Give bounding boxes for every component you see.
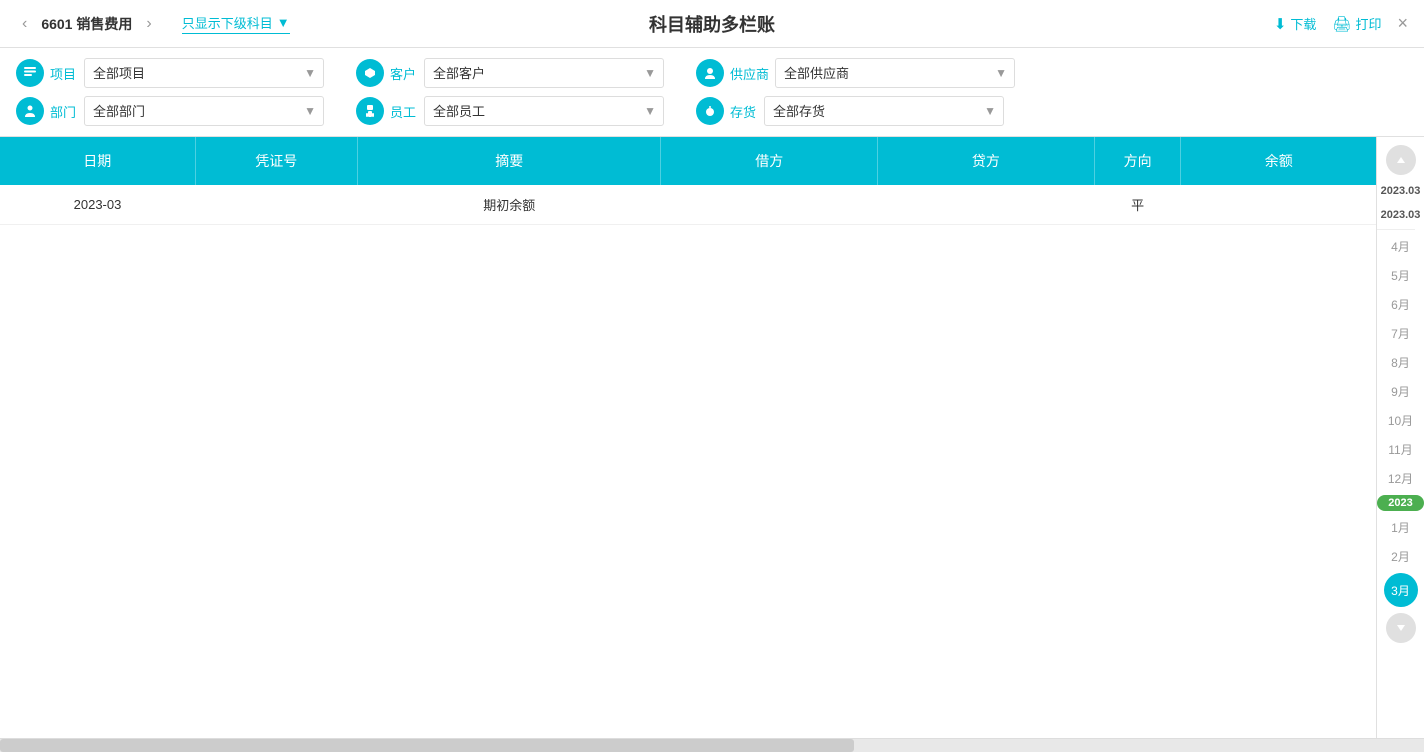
project-select-wrapper: 全部项目 ▼: [84, 58, 324, 88]
project-icon: [16, 59, 44, 87]
department-select-wrapper: 全部部门 ▼: [84, 96, 324, 126]
customer-icon: [356, 59, 384, 87]
table-area[interactable]: 日期 凭证号 摘要 借方 贷方 方向 余额 2023-03 期初余额 平: [0, 137, 1376, 738]
customer-select[interactable]: 全部客户: [424, 58, 664, 88]
close-button[interactable]: ×: [1397, 13, 1408, 34]
print-button[interactable]: 🖨 打印: [1332, 14, 1381, 33]
show-sub-label: 只显示下级科目: [182, 13, 273, 32]
main-window: ‹ 6601 销售费用 › 只显示下级科目 ▼ 科目辅助多栏账 ⬇ 下载 🖨 打…: [0, 0, 1424, 752]
col-header-direction: 方向: [1094, 137, 1181, 185]
download-icon: ⬇: [1274, 15, 1287, 33]
department-filter: 部门 全部部门 ▼: [16, 96, 324, 126]
prev-nav-button[interactable]: ‹: [16, 13, 33, 35]
scrollbar-track: [0, 739, 1424, 752]
inventory-label: 存货: [730, 102, 758, 121]
timeline-item[interactable]: 2023.03: [1377, 203, 1424, 227]
col-header-credit: 贷方: [878, 137, 1095, 185]
timeline-item[interactable]: 2023: [1377, 495, 1424, 511]
timeline-item[interactable]: 10月: [1377, 406, 1424, 435]
sidebar-timeline: 2023.032023.03 4月5月6月7月8月9月10月11月12月 2023 1…: [1376, 137, 1424, 738]
col-header-date: 日期: [0, 137, 195, 185]
employee-filter: 员工 全部员工 ▼: [356, 96, 664, 126]
inventory-icon: [696, 97, 724, 125]
timeline-item[interactable]: 2月: [1377, 542, 1424, 571]
ledger-table: 日期 凭证号 摘要 借方 贷方 方向 余额 2023-03 期初余额 平: [0, 137, 1376, 225]
table-body: 2023-03 期初余额 平: [0, 185, 1376, 225]
inventory-select-wrapper: 全部存货 ▼: [764, 96, 1004, 126]
employee-select[interactable]: 全部员工: [424, 96, 664, 126]
filter-row-2: 部门 全部部门 ▼ 员工: [16, 96, 1408, 126]
cell-direction: 平: [1094, 185, 1181, 225]
cell-date: 2023-03: [0, 185, 195, 225]
col-header-summary: 摘要: [358, 137, 661, 185]
customer-label: 客户: [390, 64, 418, 83]
timeline-item[interactable]: 8月: [1377, 348, 1424, 377]
inventory-select[interactable]: 全部存货: [764, 96, 1004, 126]
timeline-item[interactable]: 1月: [1377, 513, 1424, 542]
supplier-icon: [696, 59, 724, 87]
cell-voucher: [195, 185, 358, 225]
table-row: 2023-03 期初余额 平: [0, 185, 1376, 225]
filter-row-1: 项目 全部项目 ▼ 客户 全部客户: [16, 58, 1408, 88]
timeline-item[interactable]: 6月: [1377, 290, 1424, 319]
page-title: 科目辅助多栏账: [649, 11, 775, 37]
timeline-item[interactable]: 9月: [1377, 377, 1424, 406]
title-bar-left: ‹ 6601 销售费用 › 只显示下级科目 ▼: [16, 13, 290, 35]
title-bar: ‹ 6601 销售费用 › 只显示下级科目 ▼ 科目辅助多栏账 ⬇ 下载 🖨 打…: [0, 0, 1424, 48]
inventory-filter: 存货 全部存货 ▼: [696, 96, 1004, 126]
customer-filter: 客户 全部客户 ▼: [356, 58, 664, 88]
project-label: 项目: [50, 64, 78, 83]
supplier-select-wrapper: 全部供应商 ▼: [775, 58, 1015, 88]
scrollbar-thumb[interactable]: [0, 739, 854, 752]
cell-debit: [661, 185, 878, 225]
filter-bar: 项目 全部项目 ▼ 客户 全部客户: [0, 48, 1424, 137]
department-label: 部门: [50, 102, 78, 121]
cell-summary: 期初余额: [358, 185, 661, 225]
supplier-select[interactable]: 全部供应商: [775, 58, 1015, 88]
timeline-item[interactable]: 12月: [1377, 464, 1424, 493]
cell-balance: [1181, 185, 1376, 225]
supplier-filter: 供应商 全部供应商 ▼: [696, 58, 1015, 88]
timeline-items-container: 2023.032023.03 4月5月6月7月8月9月10月11月12月 2023 1…: [1377, 179, 1424, 609]
timeline-item[interactable]: 4月: [1377, 232, 1424, 261]
show-sub-button[interactable]: 只显示下级科目 ▼: [182, 13, 290, 34]
main-content: 日期 凭证号 摘要 借方 贷方 方向 余额 2023-03 期初余额 平: [0, 137, 1424, 738]
horizontal-scrollbar[interactable]: [0, 738, 1424, 752]
timeline-item[interactable]: 5月: [1377, 261, 1424, 290]
timeline-item[interactable]: 3月: [1384, 573, 1418, 607]
employee-label: 员工: [390, 102, 418, 121]
show-sub-arrow: ▼: [277, 15, 290, 30]
supplier-label: 供应商: [730, 64, 769, 83]
project-select[interactable]: 全部项目: [84, 58, 324, 88]
title-bar-right: ⬇ 下载 🖨 打印 ×: [1274, 13, 1408, 34]
customer-select-wrapper: 全部客户 ▼: [424, 58, 664, 88]
project-filter: 项目 全部项目 ▼: [16, 58, 324, 88]
employee-icon: [356, 97, 384, 125]
download-button[interactable]: ⬇ 下载: [1274, 14, 1317, 33]
account-code: 6601 销售费用: [41, 14, 132, 34]
employee-select-wrapper: 全部员工 ▼: [424, 96, 664, 126]
col-header-voucher: 凭证号: [195, 137, 358, 185]
print-icon: 🖨: [1332, 15, 1351, 33]
timeline-item[interactable]: 7月: [1377, 319, 1424, 348]
cell-credit: [878, 185, 1095, 225]
timeline-down-button[interactable]: [1386, 613, 1416, 643]
timeline-item[interactable]: 2023.03: [1377, 179, 1424, 203]
col-header-debit: 借方: [661, 137, 878, 185]
next-nav-button[interactable]: ›: [140, 13, 157, 35]
col-header-balance: 余额: [1181, 137, 1376, 185]
table-header-row: 日期 凭证号 摘要 借方 贷方 方向 余额: [0, 137, 1376, 185]
department-icon: [16, 97, 44, 125]
department-select[interactable]: 全部部门: [84, 96, 324, 126]
timeline-item[interactable]: 11月: [1377, 435, 1424, 464]
timeline-up-button[interactable]: [1386, 145, 1416, 175]
